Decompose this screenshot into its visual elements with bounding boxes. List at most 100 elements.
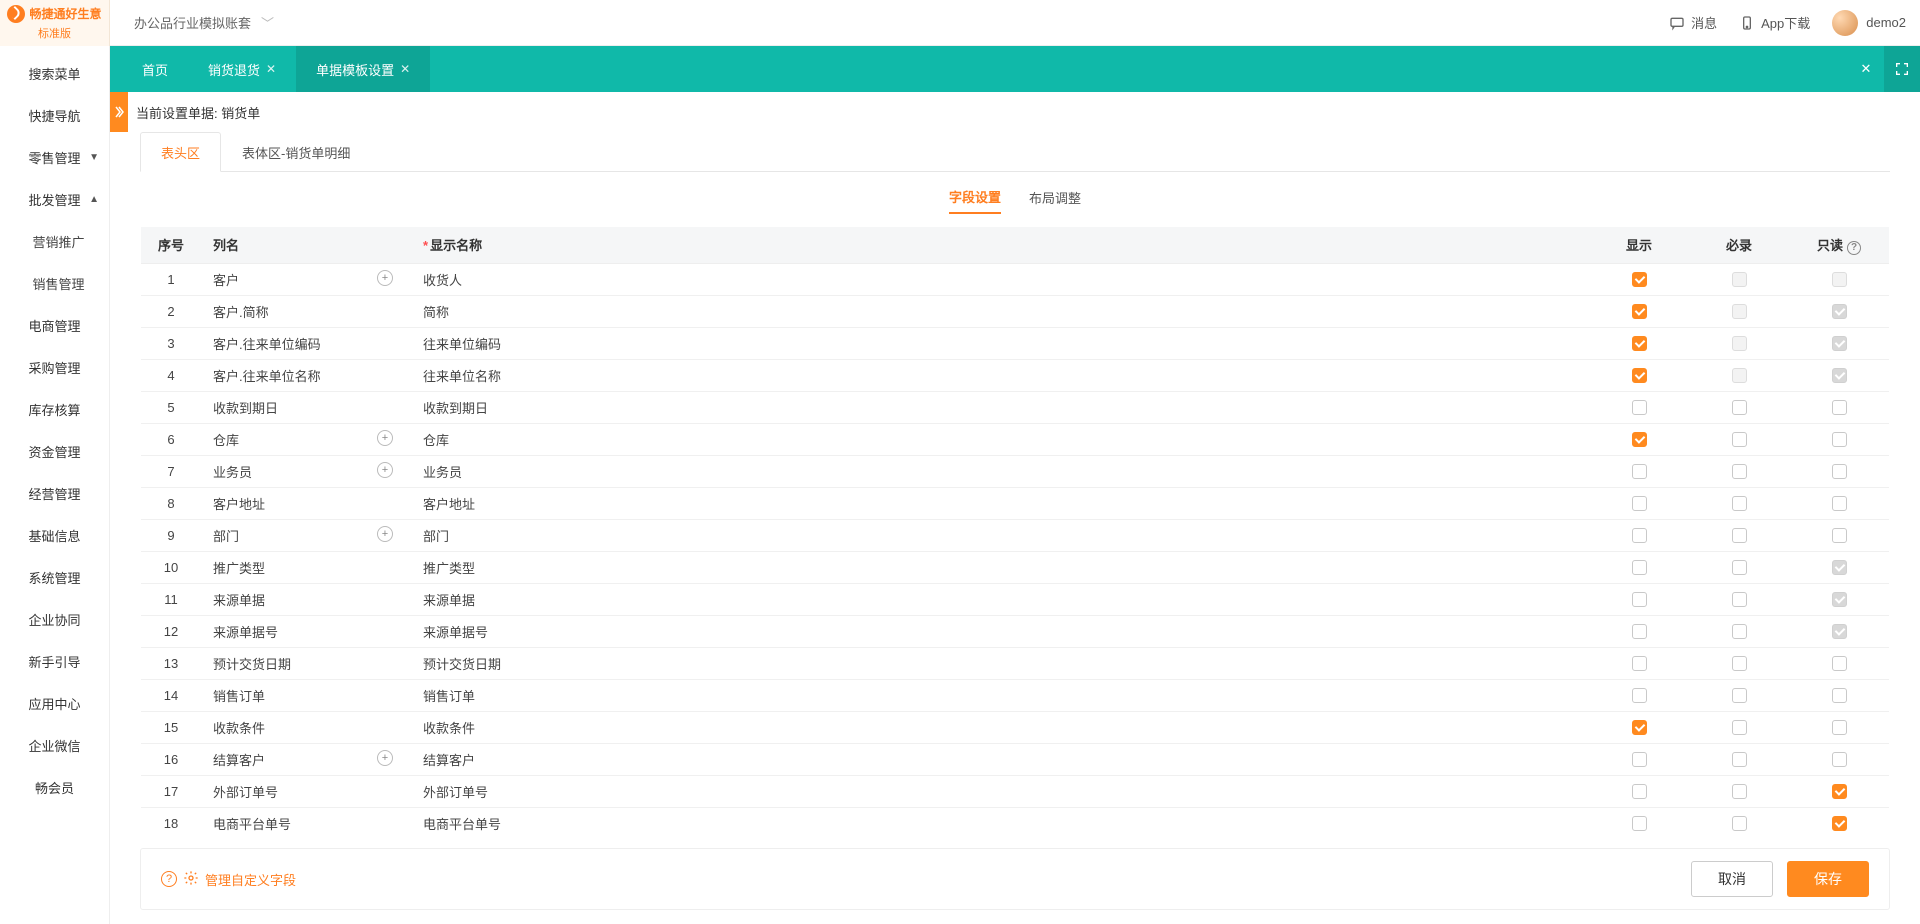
checkbox[interactable] (1832, 496, 1847, 511)
sidebar-item-6[interactable]: 电商管理 (0, 304, 109, 346)
checkbox[interactable] (1632, 400, 1647, 415)
cell-display-name[interactable]: 仓库 (411, 423, 1589, 455)
add-icon[interactable]: + (377, 462, 393, 478)
cell-display-name[interactable]: 往来单位编码 (411, 327, 1589, 359)
add-icon[interactable]: + (377, 270, 393, 286)
checkbox[interactable] (1632, 432, 1647, 447)
checkbox[interactable] (1632, 272, 1647, 287)
checkbox[interactable] (1632, 592, 1647, 607)
sidebar-item-5[interactable]: 销售管理 (0, 262, 109, 304)
sidebar-item-4[interactable]: 营销推广 (0, 220, 109, 262)
sidebar-item-2[interactable]: 零售管理▼ (0, 136, 109, 178)
cell-display-name[interactable]: 客户地址 (411, 487, 1589, 519)
checkbox[interactable] (1732, 720, 1747, 735)
checkbox[interactable] (1632, 464, 1647, 479)
checkbox[interactable] (1732, 624, 1747, 639)
cell-display-name[interactable]: 简称 (411, 295, 1589, 327)
checkbox[interactable] (1832, 688, 1847, 703)
sidebar-item-11[interactable]: 基础信息 (0, 514, 109, 556)
checkbox[interactable] (1732, 464, 1747, 479)
sidebar-item-0[interactable]: 搜索菜单 (0, 52, 109, 94)
checkbox[interactable] (1732, 784, 1747, 799)
checkbox[interactable] (1832, 432, 1847, 447)
save-button[interactable]: 保存 (1787, 861, 1869, 897)
checkbox[interactable] (1732, 496, 1747, 511)
tab-header-area[interactable]: 表头区 (140, 132, 221, 172)
sidebar-item-16[interactable]: 企业微信 (0, 724, 109, 766)
checkbox[interactable] (1732, 592, 1747, 607)
app-download-button[interactable]: App下载 (1739, 13, 1810, 32)
cell-display-name[interactable]: 推广类型 (411, 551, 1589, 583)
sidebar-item-9[interactable]: 资金管理 (0, 430, 109, 472)
tenant-selector[interactable]: 办公品行业模拟账套 ﹀ (134, 13, 274, 32)
cell-display-name[interactable]: 电商平台单号 (411, 807, 1589, 838)
checkbox[interactable] (1632, 304, 1647, 319)
tab-body-area[interactable]: 表体区-销货单明细 (221, 132, 371, 172)
checkbox[interactable] (1832, 784, 1847, 799)
tab-home[interactable]: 首页 (122, 46, 188, 92)
checkbox[interactable] (1632, 784, 1647, 799)
checkbox[interactable] (1832, 720, 1847, 735)
add-icon[interactable]: + (377, 750, 393, 766)
checkbox[interactable] (1832, 464, 1847, 479)
checkbox[interactable] (1732, 688, 1747, 703)
checkbox[interactable] (1632, 624, 1647, 639)
checkbox[interactable] (1632, 688, 1647, 703)
checkbox[interactable] (1832, 528, 1847, 543)
sidebar-item-10[interactable]: 经营管理 (0, 472, 109, 514)
brand-logo[interactable]: 畅捷通好生意 标准版 (0, 0, 110, 46)
fields-table-scroll[interactable]: 序号 列名 *显示名称 显示 必录 只读? 1客户+收货人2客户.简称简称3客户… (140, 226, 1890, 838)
tab-template-settings[interactable]: 单据模板设置 ✕ (296, 46, 430, 92)
tab-close-all-button[interactable]: ✕ (1848, 46, 1884, 92)
sidebar-item-14[interactable]: 新手引导 (0, 640, 109, 682)
cell-display-name[interactable]: 销售订单 (411, 679, 1589, 711)
cell-display-name[interactable]: 来源单据 (411, 583, 1589, 615)
checkbox[interactable] (1632, 816, 1647, 831)
checkbox[interactable] (1732, 656, 1747, 671)
checkbox[interactable] (1632, 496, 1647, 511)
checkbox[interactable] (1632, 336, 1647, 351)
panel-toggle-button[interactable] (110, 92, 128, 132)
switch-layout-adjust[interactable]: 布局调整 (1029, 188, 1081, 213)
cell-display-name[interactable]: 预计交货日期 (411, 647, 1589, 679)
cell-display-name[interactable]: 收款到期日 (411, 391, 1589, 423)
sidebar-item-15[interactable]: 应用中心 (0, 682, 109, 724)
checkbox[interactable] (1632, 656, 1647, 671)
cell-display-name[interactable]: 收货人 (411, 263, 1589, 295)
checkbox[interactable] (1632, 720, 1647, 735)
close-icon[interactable]: ✕ (400, 62, 410, 76)
checkbox[interactable] (1632, 752, 1647, 767)
checkbox[interactable] (1832, 656, 1847, 671)
cancel-button[interactable]: 取消 (1691, 861, 1773, 897)
info-icon[interactable]: ? (1847, 241, 1861, 255)
cell-display-name[interactable]: 收款条件 (411, 711, 1589, 743)
checkbox[interactable] (1732, 816, 1747, 831)
checkbox[interactable] (1732, 752, 1747, 767)
sidebar-item-13[interactable]: 企业协同 (0, 598, 109, 640)
sidebar-item-17[interactable]: 畅会员 (0, 766, 109, 808)
sidebar-item-12[interactable]: 系统管理 (0, 556, 109, 598)
sidebar-item-1[interactable]: 快捷导航 (0, 94, 109, 136)
cell-display-name[interactable]: 业务员 (411, 455, 1589, 487)
sidebar-item-7[interactable]: 采购管理 (0, 346, 109, 388)
cell-display-name[interactable]: 往来单位名称 (411, 359, 1589, 391)
manage-custom-fields-link[interactable]: ? 管理自定义字段 (161, 870, 296, 889)
checkbox[interactable] (1632, 368, 1647, 383)
checkbox[interactable] (1632, 528, 1647, 543)
checkbox[interactable] (1732, 400, 1747, 415)
close-icon[interactable]: ✕ (266, 62, 276, 76)
add-icon[interactable]: + (377, 526, 393, 542)
cell-display-name[interactable]: 来源单据号 (411, 615, 1589, 647)
messages-button[interactable]: 消息 (1669, 13, 1717, 32)
sidebar-item-8[interactable]: 库存核算 (0, 388, 109, 430)
tab-sales-return[interactable]: 销货退货 ✕ (188, 46, 296, 92)
checkbox[interactable] (1732, 432, 1747, 447)
checkbox[interactable] (1632, 560, 1647, 575)
checkbox[interactable] (1832, 400, 1847, 415)
add-icon[interactable]: + (377, 430, 393, 446)
username[interactable]: demo2 (1866, 15, 1906, 30)
sidebar-item-3[interactable]: 批发管理▲ (0, 178, 109, 220)
checkbox[interactable] (1732, 528, 1747, 543)
cell-display-name[interactable]: 结算客户 (411, 743, 1589, 775)
cell-display-name[interactable]: 外部订单号 (411, 775, 1589, 807)
